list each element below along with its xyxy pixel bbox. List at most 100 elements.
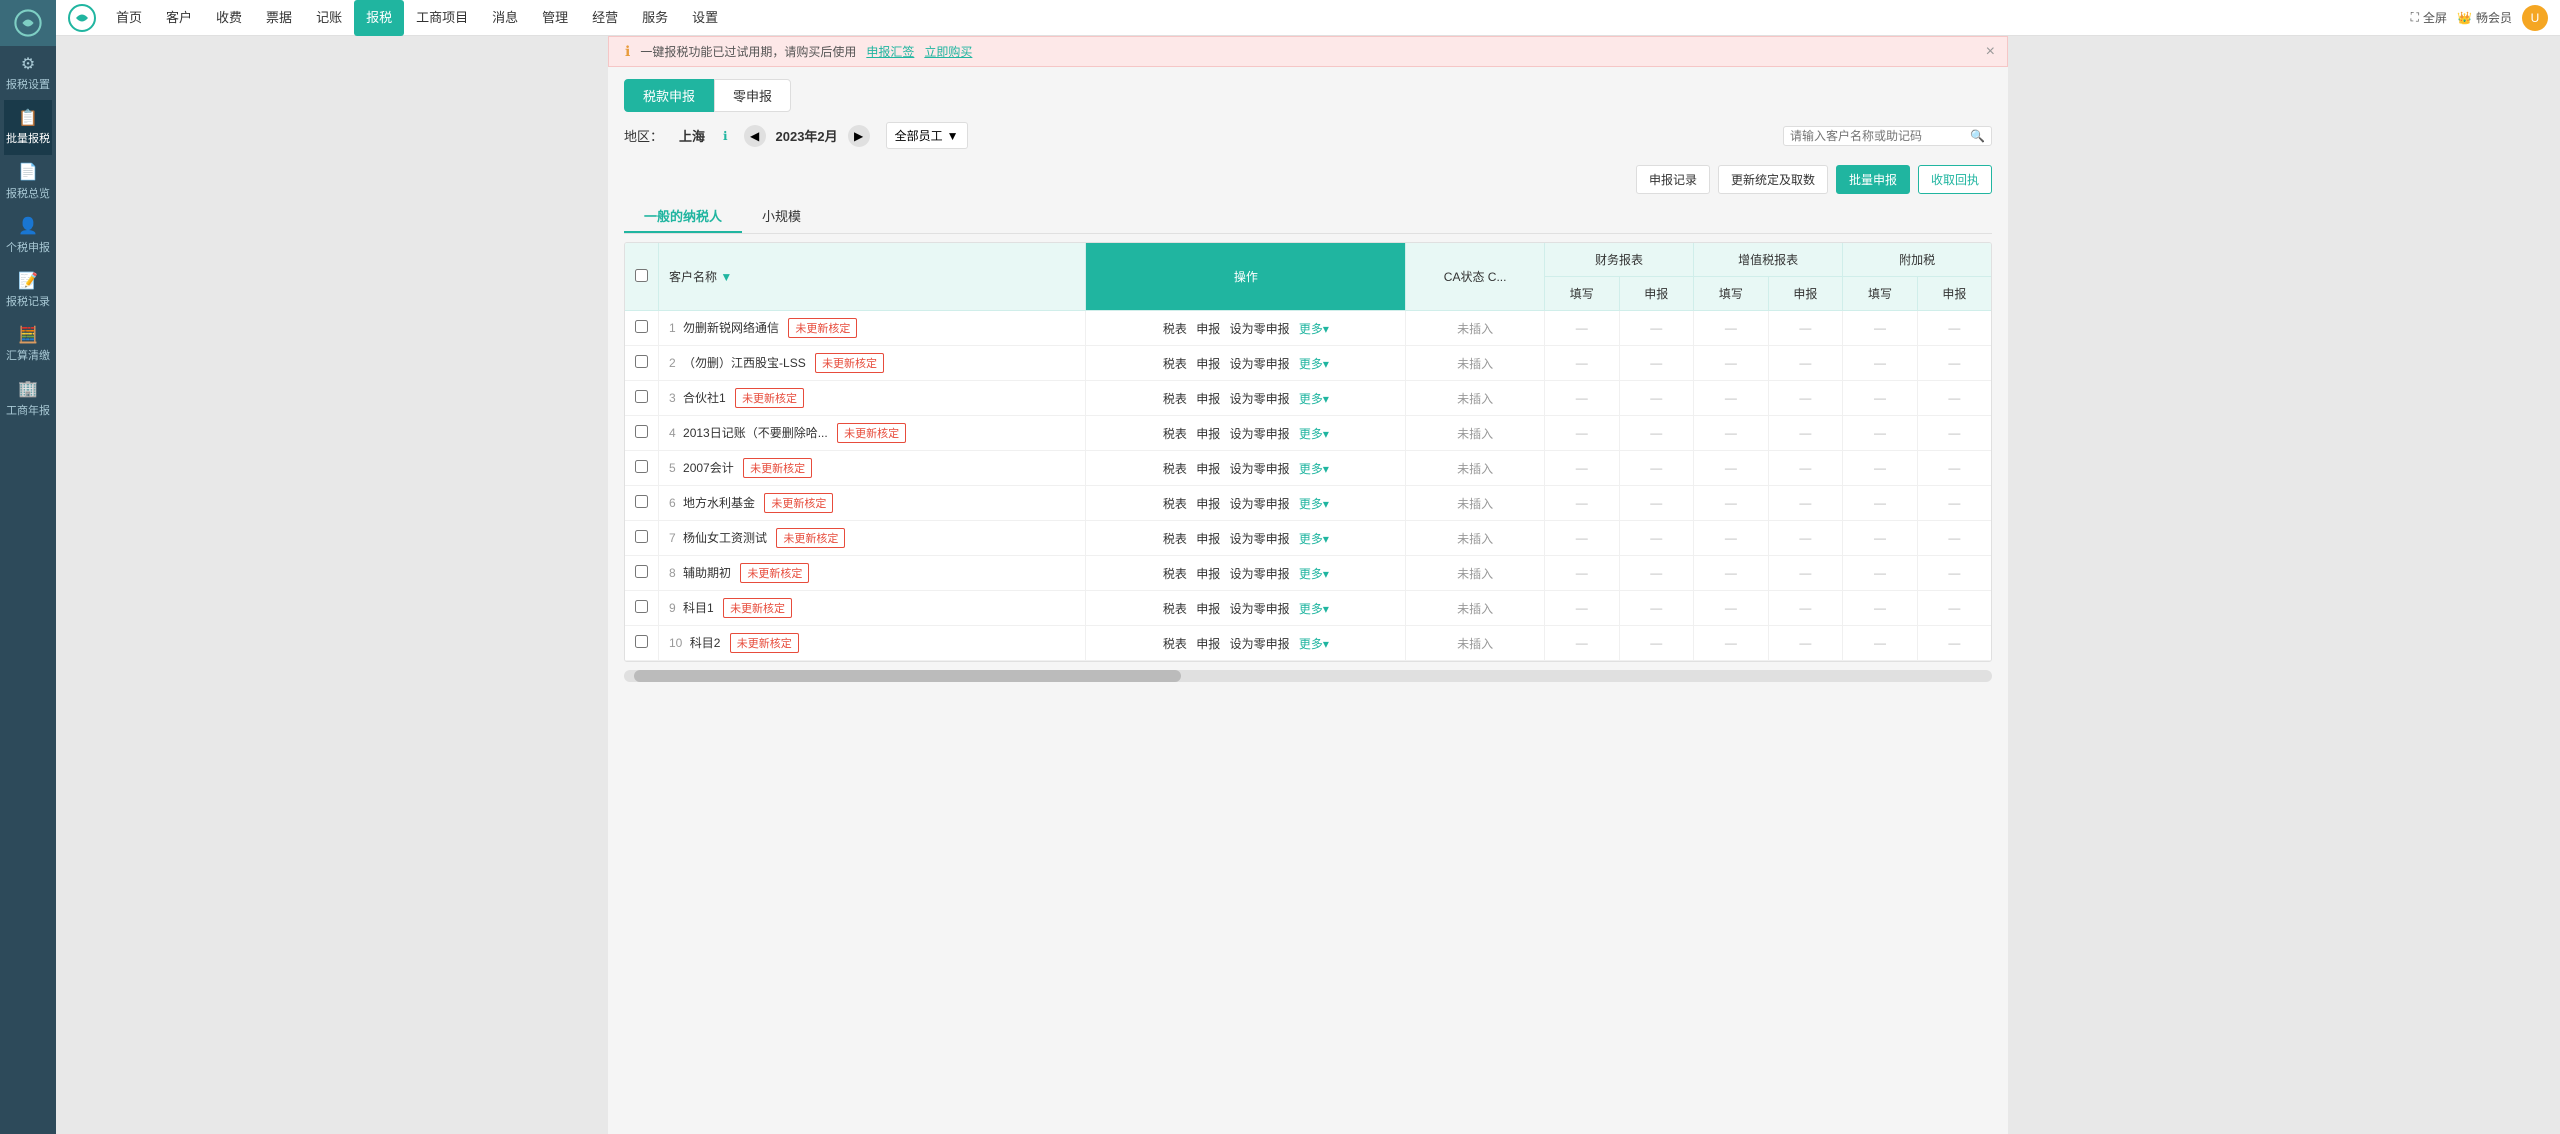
op-link-declare-1[interactable]: 申报 bbox=[1196, 357, 1220, 371]
op-link-more-4[interactable]: 更多▾ bbox=[1299, 462, 1329, 476]
op-link-taxform-2[interactable]: 税表 bbox=[1163, 392, 1187, 406]
op-link-zero-5[interactable]: 设为零申报 bbox=[1230, 497, 1290, 511]
sidebar-item-6[interactable]: 🏢工商年报 bbox=[4, 372, 52, 426]
date-next-button[interactable]: ▶ bbox=[848, 125, 870, 147]
staff-select[interactable]: 全部员工 ▼ bbox=[886, 122, 968, 149]
region-info-icon[interactable]: ℹ bbox=[723, 129, 728, 143]
op-link-taxform-1[interactable]: 税表 bbox=[1163, 357, 1187, 371]
op-link-taxform-4[interactable]: 税表 bbox=[1163, 462, 1187, 476]
topnav-item-7[interactable]: 消息 bbox=[480, 0, 530, 36]
op-link-declare-4[interactable]: 申报 bbox=[1196, 462, 1220, 476]
sort-icon[interactable]: ▼ bbox=[720, 270, 732, 284]
op-link-more-1[interactable]: 更多▾ bbox=[1299, 357, 1329, 371]
op-link-declare-0[interactable]: 申报 bbox=[1196, 322, 1220, 336]
row-cb-6[interactable] bbox=[635, 530, 648, 543]
sidebar-item-1[interactable]: 📋批量报税 bbox=[4, 100, 52, 154]
notice-close-button[interactable]: × bbox=[1986, 43, 1995, 61]
op-link-more-2[interactable]: 更多▾ bbox=[1299, 392, 1329, 406]
horizontal-scrollbar[interactable] bbox=[624, 670, 1992, 682]
op-link-more-8[interactable]: 更多▾ bbox=[1299, 602, 1329, 616]
row-checkbox-9[interactable] bbox=[625, 626, 659, 661]
op-link-declare-8[interactable]: 申报 bbox=[1196, 602, 1220, 616]
row-cb-5[interactable] bbox=[635, 495, 648, 508]
op-link-declare-2[interactable]: 申报 bbox=[1196, 392, 1220, 406]
op-link-zero-1[interactable]: 设为零申报 bbox=[1230, 357, 1290, 371]
sidebar-item-3[interactable]: 👤个税申报 bbox=[4, 209, 52, 263]
sidebar-item-4[interactable]: 📝报税记录 bbox=[4, 263, 52, 317]
notice-link2[interactable]: 立即购买 bbox=[924, 43, 972, 60]
op-link-zero-7[interactable]: 设为零申报 bbox=[1230, 567, 1290, 581]
row-cb-1[interactable] bbox=[635, 355, 648, 368]
row-checkbox-0[interactable] bbox=[625, 311, 659, 346]
op-link-taxform-5[interactable]: 税表 bbox=[1163, 497, 1187, 511]
op-link-more-6[interactable]: 更多▾ bbox=[1299, 532, 1329, 546]
op-link-zero-4[interactable]: 设为零申报 bbox=[1230, 462, 1290, 476]
topnav-item-8[interactable]: 管理 bbox=[530, 0, 580, 36]
topnav-item-2[interactable]: 收费 bbox=[204, 0, 254, 36]
row-cb-8[interactable] bbox=[635, 600, 648, 613]
sidebar-item-2[interactable]: 📄报税总览 bbox=[4, 155, 52, 209]
topnav-item-3[interactable]: 票据 bbox=[254, 0, 304, 36]
topnav-item-5[interactable]: 报税 bbox=[354, 0, 404, 36]
op-link-more-0[interactable]: 更多▾ bbox=[1299, 322, 1329, 336]
op-link-zero-8[interactable]: 设为零申报 bbox=[1230, 602, 1290, 616]
search-icon[interactable]: 🔍 bbox=[1970, 129, 1985, 143]
select-all-checkbox[interactable] bbox=[635, 269, 648, 282]
op-link-declare-5[interactable]: 申报 bbox=[1196, 497, 1220, 511]
op-link-declare-7[interactable]: 申报 bbox=[1196, 567, 1220, 581]
batch-declare-button[interactable]: 批量申报 bbox=[1836, 165, 1910, 194]
op-link-taxform-3[interactable]: 税表 bbox=[1163, 427, 1187, 441]
row-cb-9[interactable] bbox=[635, 635, 648, 648]
row-checkbox-7[interactable] bbox=[625, 556, 659, 591]
subtab-1[interactable]: 小规模 bbox=[742, 200, 821, 233]
topnav-item-9[interactable]: 经营 bbox=[580, 0, 630, 36]
op-link-taxform-0[interactable]: 税表 bbox=[1163, 322, 1187, 336]
row-cb-0[interactable] bbox=[635, 320, 648, 333]
op-link-zero-9[interactable]: 设为零申报 bbox=[1230, 637, 1290, 651]
op-link-declare-9[interactable]: 申报 bbox=[1196, 637, 1220, 651]
sidebar-item-5[interactable]: 🧮汇算清缴 bbox=[4, 317, 52, 371]
row-checkbox-1[interactable] bbox=[625, 346, 659, 381]
op-link-more-3[interactable]: 更多▾ bbox=[1299, 427, 1329, 441]
topnav-item-11[interactable]: 设置 bbox=[680, 0, 730, 36]
topnav-item-4[interactable]: 记账 bbox=[304, 0, 354, 36]
op-link-taxform-7[interactable]: 税表 bbox=[1163, 567, 1187, 581]
op-link-declare-3[interactable]: 申报 bbox=[1196, 427, 1220, 441]
op-link-zero-3[interactable]: 设为零申报 bbox=[1230, 427, 1290, 441]
row-cb-7[interactable] bbox=[635, 565, 648, 578]
row-checkbox-5[interactable] bbox=[625, 486, 659, 521]
fullscreen-button[interactable]: ⛶ 全屏 bbox=[2411, 9, 2447, 26]
op-link-taxform-9[interactable]: 税表 bbox=[1163, 637, 1187, 651]
op-link-more-7[interactable]: 更多▾ bbox=[1299, 567, 1329, 581]
main-tab-0[interactable]: 税款申报 bbox=[624, 79, 714, 112]
op-link-more-5[interactable]: 更多▾ bbox=[1299, 497, 1329, 511]
op-link-declare-6[interactable]: 申报 bbox=[1196, 532, 1220, 546]
row-checkbox-8[interactable] bbox=[625, 591, 659, 626]
op-link-more-9[interactable]: 更多▾ bbox=[1299, 637, 1329, 651]
row-checkbox-6[interactable] bbox=[625, 521, 659, 556]
update-quota-button[interactable]: 更新统定及取数 bbox=[1718, 165, 1828, 194]
op-link-taxform-6[interactable]: 税表 bbox=[1163, 532, 1187, 546]
op-link-zero-6[interactable]: 设为零申报 bbox=[1230, 532, 1290, 546]
member-button[interactable]: 👑 畅会员 bbox=[2457, 9, 2512, 26]
topnav-item-0[interactable]: 首页 bbox=[104, 0, 154, 36]
apply-record-button[interactable]: 申报记录 bbox=[1636, 165, 1710, 194]
row-checkbox-4[interactable] bbox=[625, 451, 659, 486]
row-cb-3[interactable] bbox=[635, 425, 648, 438]
date-prev-button[interactable]: ◀ bbox=[744, 125, 766, 147]
row-cb-2[interactable] bbox=[635, 390, 648, 403]
avatar[interactable]: U bbox=[2522, 5, 2548, 31]
topnav-item-10[interactable]: 服务 bbox=[630, 0, 680, 36]
main-tab-1[interactable]: 零申报 bbox=[714, 79, 791, 112]
topnav-item-6[interactable]: 工商项目 bbox=[404, 0, 480, 36]
subtab-0[interactable]: 一般的纳税人 bbox=[624, 200, 742, 233]
row-cb-4[interactable] bbox=[635, 460, 648, 473]
row-checkbox-3[interactable] bbox=[625, 416, 659, 451]
search-input[interactable] bbox=[1790, 129, 1970, 143]
op-link-zero-0[interactable]: 设为零申报 bbox=[1230, 322, 1290, 336]
row-checkbox-2[interactable] bbox=[625, 381, 659, 416]
notice-link1[interactable]: 申报汇签 bbox=[866, 43, 914, 60]
op-link-zero-2[interactable]: 设为零申报 bbox=[1230, 392, 1290, 406]
op-link-taxform-8[interactable]: 税表 bbox=[1163, 602, 1187, 616]
retrieve-button[interactable]: 收取回执 bbox=[1918, 165, 1992, 194]
